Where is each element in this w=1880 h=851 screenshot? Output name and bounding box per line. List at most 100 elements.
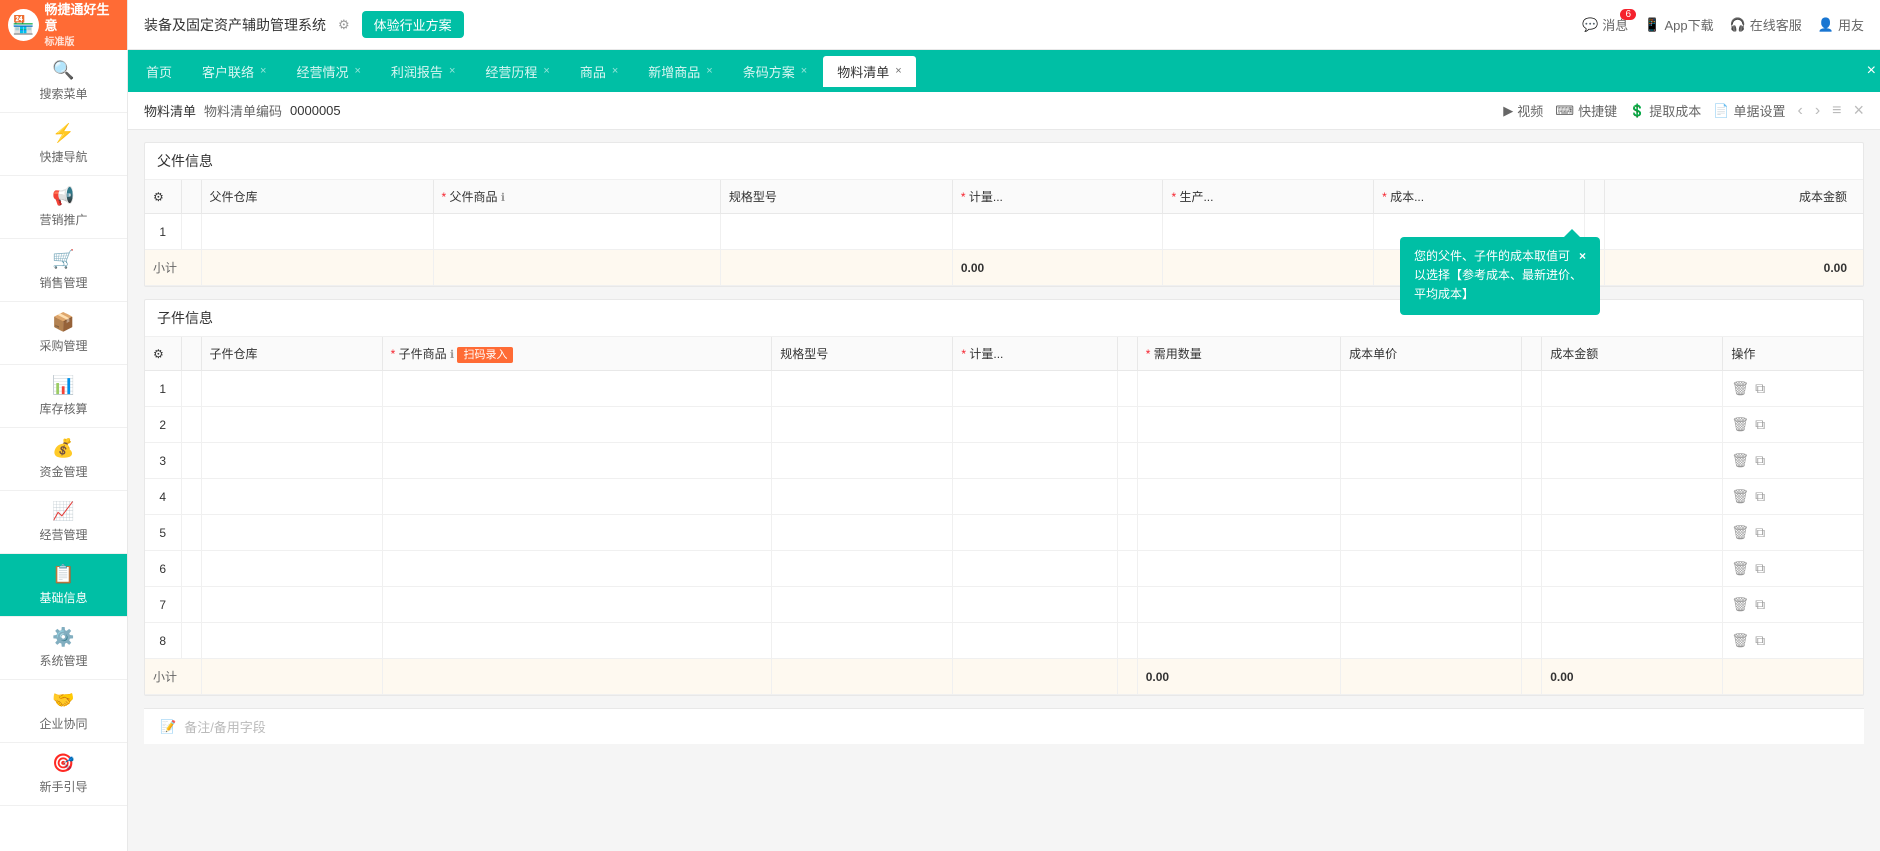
- tab-bom-close[interactable]: ×: [895, 65, 901, 77]
- sidebar-item-purchase[interactable]: 📦 采购管理: [0, 302, 127, 365]
- parent-row-cost-amount: [1604, 214, 1863, 250]
- tab-history-close[interactable]: ×: [543, 65, 549, 77]
- copy-row3-button[interactable]: ⧉: [1755, 452, 1765, 469]
- child-row2-qty[interactable]: [1137, 407, 1340, 443]
- child-row1-goods[interactable]: [382, 371, 772, 407]
- child-row1-unit-cost[interactable]: [1341, 371, 1522, 407]
- sidebar-item-label: 企业协同: [39, 715, 87, 732]
- parent-row-spec[interactable]: [720, 214, 952, 250]
- delete-row2-button[interactable]: 🗑: [1731, 416, 1749, 433]
- next-button[interactable]: ›: [1815, 102, 1820, 120]
- layout-button[interactable]: ≡: [1832, 102, 1841, 120]
- view-button[interactable]: ▶ 视频: [1503, 101, 1543, 120]
- tab-profit[interactable]: 利润报告 ×: [377, 56, 469, 87]
- tab-barcode[interactable]: 条码方案 ×: [729, 56, 821, 87]
- tab-history[interactable]: 经营历程 ×: [471, 56, 563, 87]
- sidebar-item-system[interactable]: ⚙️ 系统管理: [0, 617, 127, 680]
- scan-badge[interactable]: 扫码录入: [457, 347, 513, 363]
- sidebar-item-guide[interactable]: 🎯 新手引导: [0, 743, 127, 806]
- sidebar-item-marketing[interactable]: 📢 营销推广: [0, 176, 127, 239]
- child-row1-qty[interactable]: [1137, 371, 1340, 407]
- parent-row-warehouse[interactable]: [201, 214, 433, 250]
- copy-row2-button[interactable]: ⧉: [1755, 416, 1765, 433]
- delete-row3-button[interactable]: 🗑: [1731, 452, 1749, 469]
- extract-cost-button[interactable]: 💲 提取成本: [1629, 101, 1701, 120]
- tab-goods[interactable]: 商品 ×: [566, 56, 632, 87]
- shortcut-button[interactable]: ⌨ 快捷键: [1555, 101, 1617, 120]
- delete-row6-button[interactable]: 🗑: [1731, 560, 1749, 577]
- tooltip-close-button[interactable]: ×: [1579, 247, 1586, 266]
- sidebar-item-finance[interactable]: 💰 资金管理: [0, 428, 127, 491]
- tab-home[interactable]: 首页: [132, 56, 186, 87]
- breadcrumb: 物料清单 物料清单编码 0000005: [144, 101, 341, 120]
- close-all-tabs-button[interactable]: ×: [1867, 62, 1876, 80]
- child-row2-unit[interactable]: [953, 407, 1117, 443]
- prev-button[interactable]: ‹: [1797, 102, 1802, 120]
- close-page-button[interactable]: ×: [1853, 100, 1864, 121]
- breadcrumb-code-label: 物料清单编码: [204, 101, 282, 120]
- tab-profit-label: 利润报告: [391, 62, 443, 81]
- copy-row8-button[interactable]: ⧉: [1755, 632, 1765, 649]
- delete-row7-button[interactable]: 🗑: [1731, 596, 1749, 613]
- page-content: 物料清单 物料清单编码 0000005 ▶ 视频 ⌨ 快捷键 💲 提取成本: [128, 92, 1880, 851]
- parent-col-unit: * 计量...: [952, 180, 1163, 214]
- parent-subtotal-cost: 0.00: [1604, 250, 1863, 286]
- child-section: 子件信息 ⚙ 子件仓库 * 子件商品 ℹ 扫码录入 规格型号 * 计: [144, 299, 1864, 696]
- tab-newgoods-close[interactable]: ×: [706, 65, 712, 77]
- single-set-button[interactable]: 📄 单据设置: [1713, 101, 1785, 120]
- tab-newgoods[interactable]: 新增商品 ×: [634, 56, 726, 87]
- mobile-icon: 📱: [1644, 17, 1660, 33]
- message-button[interactable]: 💬 消息 6: [1582, 15, 1628, 34]
- service-button[interactable]: 🎧 在线客服: [1730, 15, 1802, 34]
- child-row2-spec[interactable]: [772, 407, 953, 443]
- child-row2-unit-cost[interactable]: [1341, 407, 1522, 443]
- tab-bom[interactable]: 物料清单 ×: [823, 56, 915, 87]
- sidebar-item-operations[interactable]: 📈 经营管理: [0, 491, 127, 554]
- copy-row6-button[interactable]: ⧉: [1755, 560, 1765, 577]
- parent-col-settings[interactable]: ⚙: [145, 180, 181, 214]
- child-row1-spec[interactable]: [772, 371, 953, 407]
- system-icon: ⚙️: [52, 627, 74, 648]
- tab-barcode-close[interactable]: ×: [801, 65, 807, 77]
- app-download-button[interactable]: 📱 App下载: [1644, 15, 1713, 34]
- user-button[interactable]: 👤 用友: [1818, 15, 1864, 34]
- settings-icon[interactable]: ⚙: [338, 17, 350, 33]
- sidebar-item-basic[interactable]: 📋 基础信息: [0, 554, 127, 617]
- sidebar-item-sales[interactable]: 🛒 销售管理: [0, 239, 127, 302]
- tab-operations[interactable]: 经营情况 ×: [282, 56, 374, 87]
- child-col-settings[interactable]: ⚙: [145, 337, 181, 371]
- copy-row7-button[interactable]: ⧉: [1755, 596, 1765, 613]
- delete-row8-button[interactable]: 🗑: [1731, 632, 1749, 649]
- parent-row-production[interactable]: [1163, 214, 1374, 250]
- tab-customer[interactable]: 客户联络 ×: [188, 56, 280, 87]
- sidebar-item-label: 库存核算: [39, 400, 87, 417]
- child-row2-warehouse[interactable]: [201, 407, 382, 443]
- lightning-icon: ⚡: [52, 123, 74, 144]
- child-row2-goods[interactable]: [382, 407, 772, 443]
- tab-newgoods-label: 新增商品: [648, 62, 700, 81]
- tab-goods-close[interactable]: ×: [612, 65, 618, 77]
- delete-row1-button[interactable]: 🗑: [1731, 380, 1749, 397]
- sidebar-item-inventory[interactable]: 📊 库存核算: [0, 365, 127, 428]
- copy-row5-button[interactable]: ⧉: [1755, 524, 1765, 541]
- tab-profit-close[interactable]: ×: [449, 65, 455, 77]
- delete-row4-button[interactable]: 🗑: [1731, 488, 1749, 505]
- delete-row5-button[interactable]: 🗑: [1731, 524, 1749, 541]
- main-content: 装备及固定资产辅助管理系统 ⚙ 体验行业方案 💬 消息 6 📱 App下载 🎧 …: [128, 0, 1880, 851]
- parent-col-warehouse: 父件仓库: [201, 180, 433, 214]
- copy-row4-button[interactable]: ⧉: [1755, 488, 1765, 505]
- tab-operations-close[interactable]: ×: [354, 65, 360, 77]
- child-row1-unit[interactable]: [953, 371, 1117, 407]
- search-icon: 🔍: [52, 60, 74, 81]
- copy-row1-button[interactable]: ⧉: [1755, 380, 1765, 397]
- parent-row-goods[interactable]: [433, 214, 720, 250]
- breadcrumb-code-value: 0000005: [290, 103, 341, 118]
- child-row1-warehouse[interactable]: [201, 371, 382, 407]
- tab-customer-close[interactable]: ×: [260, 65, 266, 77]
- system-name: 装备及固定资产辅助管理系统: [144, 15, 326, 35]
- trial-button[interactable]: 体验行业方案: [362, 11, 464, 38]
- parent-row-unit[interactable]: [952, 214, 1163, 250]
- sidebar-item-quicknav[interactable]: ⚡ 快捷导航: [0, 113, 127, 176]
- sidebar-item-search[interactable]: 🔍 搜索菜单: [0, 50, 127, 113]
- sidebar-item-enterprise[interactable]: 🤝 企业协同: [0, 680, 127, 743]
